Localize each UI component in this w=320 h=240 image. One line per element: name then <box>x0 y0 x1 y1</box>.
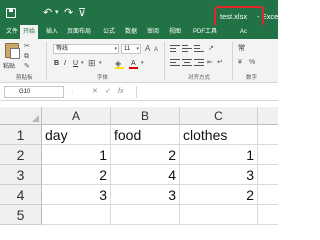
align-left-icon[interactable] <box>170 59 180 67</box>
tab-formulas[interactable]: 公式 <box>103 27 115 37</box>
cell-d5[interactable] <box>258 205 278 225</box>
save-icon[interactable] <box>6 8 16 18</box>
cut-icon[interactable]: ✂ <box>24 43 30 51</box>
chevron-down-icon: ▾ <box>114 46 117 52</box>
redo-icon[interactable]: ↷ <box>64 6 73 20</box>
number-format-select[interactable]: 常 <box>238 45 245 53</box>
chevron-down-icon[interactable]: ▾ <box>141 59 144 68</box>
font-size-select[interactable]: 11 ▾ <box>121 44 141 54</box>
ribbon-home: 粘贴 ✂ ⧉ ✎ 剪贴板 等线 ▾ 11 ▾ A A B I U ▾ ⊞ ▾ ◈… <box>0 39 278 83</box>
group-divider <box>164 42 165 80</box>
row-header-4[interactable]: 4 <box>0 185 42 205</box>
title-bar: ↶ ▾ ↷ ⊽ test.xlsx - Excel <box>0 0 280 27</box>
font-size-value: 11 <box>124 46 131 52</box>
align-right-icon[interactable] <box>194 59 204 67</box>
filename-highlight-annotation <box>214 6 264 27</box>
cell-d3[interactable] <box>258 165 278 185</box>
ribbon-tabs: 文件 开始 插入 页面布局 公式 数据 审阅 视图 PDF工具 Ac <box>0 25 278 39</box>
alignment-group-label: 对齐方式 <box>188 75 211 81</box>
tab-view[interactable]: 视图 <box>169 27 181 37</box>
font-name-value: 等线 <box>56 46 69 52</box>
select-all-button[interactable] <box>0 107 42 125</box>
formula-bar: G10 ⋮ ✕ ✓ fx <box>0 83 278 101</box>
align-middle-icon[interactable] <box>182 45 192 53</box>
column-header-a[interactable]: A <box>42 107 111 125</box>
cell-b2[interactable]: 2 <box>111 145 180 165</box>
formula-input[interactable] <box>136 86 278 98</box>
row-header-1[interactable]: 1 <box>0 125 42 145</box>
tab-acrobat[interactable]: Ac <box>240 27 247 37</box>
wrap-text-icon[interactable]: ↵ <box>217 59 223 67</box>
cell-b5[interactable] <box>111 205 180 225</box>
clipboard-group-label: 剪贴板 <box>16 75 33 81</box>
tab-review[interactable]: 审阅 <box>147 27 159 37</box>
currency-icon[interactable]: ¥ <box>238 59 242 67</box>
cell-a1[interactable]: day <box>42 125 111 145</box>
borders-icon[interactable]: ⊞ <box>88 59 96 68</box>
cell-b1[interactable]: food <box>111 125 180 145</box>
chevron-down-icon[interactable]: ▾ <box>99 59 102 68</box>
align-center-icon[interactable] <box>182 59 192 67</box>
align-bottom-icon[interactable] <box>194 45 204 53</box>
orientation-icon[interactable]: ↗ <box>208 45 214 53</box>
row-header-2[interactable]: 2 <box>0 145 42 165</box>
row-header-5[interactable]: 5 <box>0 205 42 225</box>
fill-color-swatch <box>115 67 124 69</box>
chevron-down-icon[interactable]: ▾ <box>81 59 84 68</box>
copy-icon[interactable]: ⧉ <box>24 53 29 61</box>
indent-icon[interactable]: ⇤ <box>207 59 213 67</box>
tab-insert[interactable]: 插入 <box>46 27 58 37</box>
group-divider <box>232 42 233 80</box>
tab-pdf-tools[interactable]: PDF工具 <box>193 27 217 37</box>
tab-page-layout[interactable]: 页面布局 <box>67 27 91 37</box>
column-header-d[interactable] <box>258 107 278 125</box>
row-header-3[interactable]: 3 <box>0 165 42 185</box>
font-group-label: 字体 <box>97 75 109 81</box>
cell-b3[interactable]: 4 <box>111 165 180 185</box>
align-top-icon[interactable] <box>170 45 180 53</box>
column-header-b[interactable]: B <box>111 107 180 125</box>
number-group-label: 数字 <box>246 75 258 81</box>
undo-icon[interactable]: ↶ <box>43 6 52 20</box>
cell-c2[interactable]: 1 <box>180 145 258 165</box>
cancel-icon[interactable]: ✕ <box>92 86 98 98</box>
italic-button[interactable]: I <box>64 59 66 68</box>
cell-a3[interactable]: 2 <box>42 165 111 185</box>
column-header-c[interactable]: C <box>180 107 258 125</box>
shrink-font-icon[interactable]: A <box>154 46 158 54</box>
cell-d1[interactable] <box>258 125 278 145</box>
cell-d4[interactable] <box>258 185 278 205</box>
insert-function-icon[interactable]: fx <box>118 86 123 98</box>
chevron-down-icon: ▾ <box>136 46 139 52</box>
customize-toolbar-icon[interactable]: ⊽ <box>78 6 86 20</box>
name-box-dropdown-icon[interactable]: ⋮ <box>70 87 74 99</box>
paste-icon[interactable] <box>5 43 20 59</box>
font-color-swatch <box>129 67 138 69</box>
cell-c4[interactable]: 2 <box>180 185 258 205</box>
font-name-select[interactable]: 等线 ▾ <box>53 44 119 54</box>
undo-dropdown-icon[interactable]: ▾ <box>55 6 59 20</box>
paste-button-label[interactable]: 粘贴 <box>3 61 15 70</box>
percent-icon[interactable]: % <box>249 59 255 67</box>
cell-a5[interactable] <box>42 205 111 225</box>
name-box-value: G10 <box>19 89 31 95</box>
underline-button[interactable]: U <box>73 59 78 68</box>
group-divider <box>46 42 47 80</box>
enter-icon[interactable]: ✓ <box>105 86 111 98</box>
cell-d2[interactable] <box>258 145 278 165</box>
cell-c1[interactable]: clothes <box>180 125 258 145</box>
tab-file[interactable]: 文件 <box>6 27 18 37</box>
format-painter-icon[interactable]: ✎ <box>24 63 30 71</box>
tab-data[interactable]: 数据 <box>125 27 137 37</box>
bold-button[interactable]: B <box>54 59 59 68</box>
cell-b4[interactable]: 3 <box>111 185 180 205</box>
grow-font-icon[interactable]: A <box>145 45 150 53</box>
cell-c3[interactable]: 3 <box>180 165 258 185</box>
cell-c5[interactable] <box>180 205 258 225</box>
tab-home[interactable]: 开始 <box>20 25 39 39</box>
name-box[interactable]: G10 <box>4 86 64 98</box>
cell-a2[interactable]: 1 <box>42 145 111 165</box>
cell-a4[interactable]: 3 <box>42 185 111 205</box>
